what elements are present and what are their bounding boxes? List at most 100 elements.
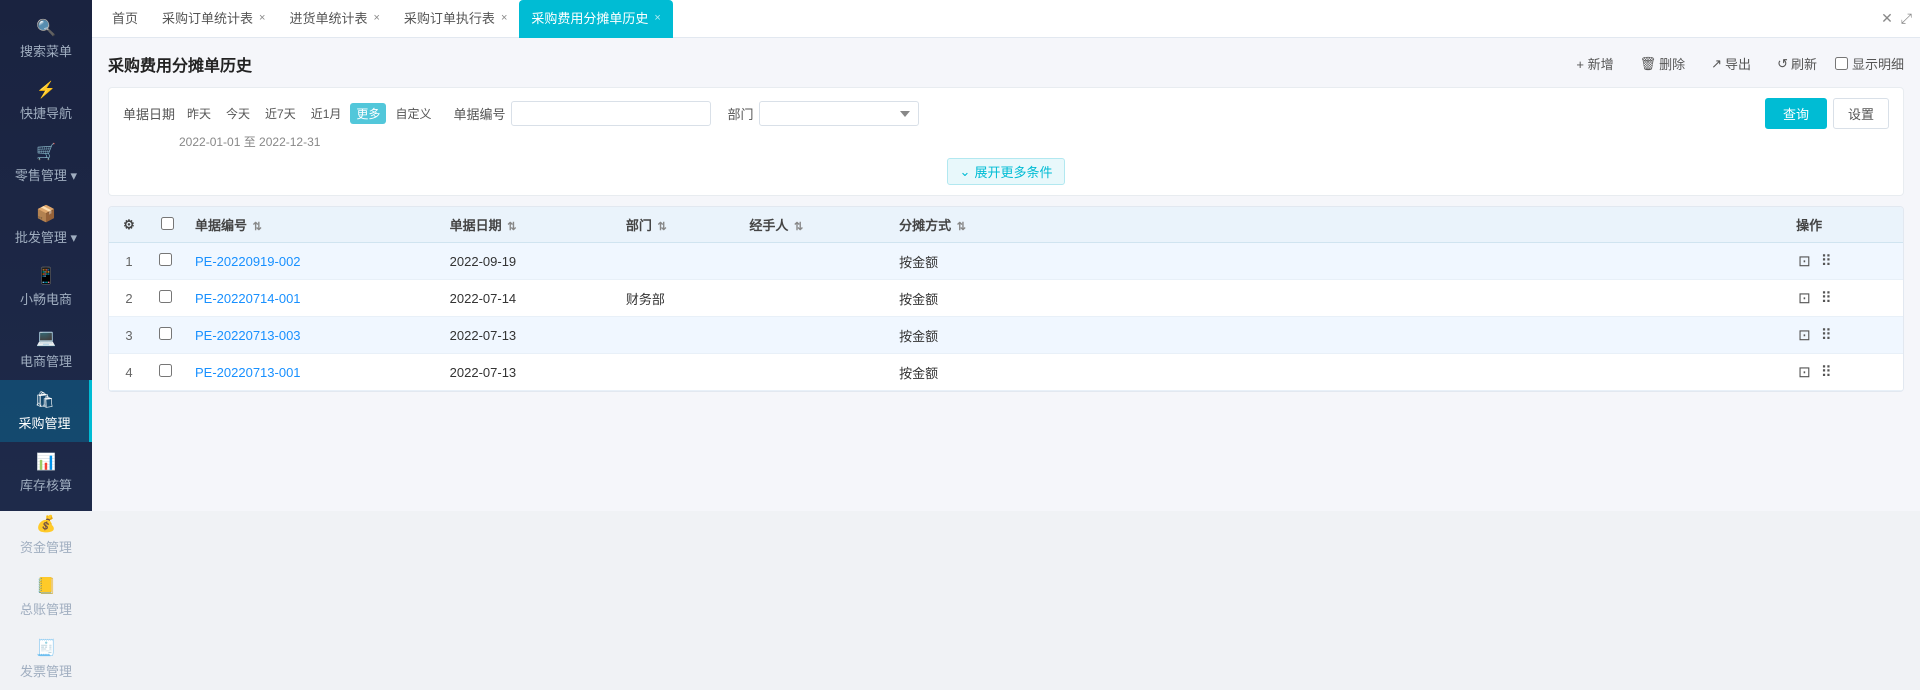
refresh-icon: ↺ [1777,56,1788,72]
select-all-checkbox[interactable] [161,217,174,230]
doc-no-input[interactable] [511,101,711,126]
date-more[interactable]: 更多 [350,103,386,124]
date-7days[interactable]: 近7天 [259,103,302,124]
th-doc-date: 单据日期 ⇅ [440,207,616,243]
tab-purchase-order-stats[interactable]: 采购订单统计表× [150,0,277,38]
doc-no-link-4[interactable]: PE-20220713-001 [195,365,301,380]
data-table-wrapper: ⚙ 单据编号 ⇅ 单据日期 ⇅ 部门 [108,206,1904,392]
row-handler-4 [739,354,889,391]
date-today[interactable]: 今天 [220,103,256,124]
edit-icon-1[interactable]: ⊡ [1796,250,1813,272]
purchase-icon: 🛍 [34,390,54,410]
row-checkbox-4 [149,354,185,391]
doc-no-link-2[interactable]: PE-20220714-001 [195,291,301,306]
tab-close-inbound-stats[interactable]: × [373,12,379,24]
maximize-icon[interactable]: ⤢ [1901,10,1912,27]
tab-home[interactable]: 首页 [100,0,150,38]
tab-close-purchase-order-stats[interactable]: × [259,12,265,24]
sidebar-item-finance[interactable]: 💰资金管理 [0,504,92,566]
more-icon-1[interactable]: ⠿ [1819,250,1834,272]
row-doc-date-3: 2022-07-13 [440,317,616,354]
quicknav-icon: ⚡ [36,80,56,100]
search-button[interactable]: 查询 [1765,98,1827,129]
row-doc-no-1: PE-20220919-002 [185,243,440,280]
row-actions-1: ⊡ ⠿ [1786,243,1903,280]
row-dept-3 [616,317,739,354]
export-icon: ↗ [1711,56,1722,72]
sidebar: 🔍搜索菜单⚡快捷导航🛒零售管理 ▾📦批发管理 ▾📱小畅电商💻电商管理🛍采购管理📊… [0,0,92,511]
row-split-method-4: 按金额 [889,354,1786,391]
row-checkbox-3 [149,317,185,354]
tab-purchase-expense-history[interactable]: 采购费用分摊单历史× [519,0,672,38]
filter-panel: 单据日期 昨天 今天 近7天 近1月 更多 自定义 单据编号 部门 [108,87,1904,196]
date-filter-group: 单据日期 昨天 今天 近7天 近1月 更多 自定义 [123,103,437,124]
row-check-4[interactable] [159,364,172,377]
main-content: 首页采购订单统计表×进货单统计表×采购订单执行表×采购费用分摊单历史× ✕ ⤢ … [92,0,1920,511]
row-check-1[interactable] [159,253,172,266]
setting-button[interactable]: 设置 [1833,98,1889,129]
th-handler: 经手人 ⇅ [739,207,889,243]
more-icon-3[interactable]: ⠿ [1819,324,1834,346]
sidebar-item-wholesale[interactable]: 📦批发管理 ▾ [0,194,92,256]
sidebar-item-quicknav[interactable]: ⚡快捷导航 [0,70,92,132]
sidebar-item-invoice[interactable]: 🧾发票管理 [0,628,92,690]
sort-dept-icon[interactable]: ⇅ [658,221,667,233]
tab-inbound-stats[interactable]: 进货单统计表× [277,0,391,38]
dept-select[interactable]: 财务部 [759,101,919,126]
row-handler-2 [739,280,889,317]
table-header: ⚙ 单据编号 ⇅ 单据日期 ⇅ 部门 [109,207,1903,243]
delete-button[interactable]: 🗑 删除 [1632,50,1694,77]
row-checkbox-2 [149,280,185,317]
th-doc-no: 单据编号 ⇅ [185,207,440,243]
table-body: 1 PE-20220919-002 2022-09-19 按金额 ⊡ ⠿ 2 P… [109,243,1903,391]
date-yesterday[interactable]: 昨天 [181,103,217,124]
sidebar-item-mini[interactable]: 📱小畅电商 [0,256,92,318]
tab-actions: ✕ ⤢ [1881,10,1912,27]
page-title: 采购费用分摊单历史 [108,52,252,76]
th-settings[interactable]: ⚙ [109,207,149,243]
row-check-3[interactable] [159,327,172,340]
edit-icon-2[interactable]: ⊡ [1796,287,1813,309]
edit-icon-3[interactable]: ⊡ [1796,324,1813,346]
date-1month[interactable]: 近1月 [305,103,348,124]
expand-more-button[interactable]: ⌄ 展开更多条件 [947,158,1066,185]
row-handler-3 [739,317,889,354]
sort-split-method-icon[interactable]: ⇅ [957,221,966,233]
wholesale-icon: 📦 [36,204,56,224]
sidebar-item-purchase[interactable]: 🛍采购管理 [0,380,92,442]
sidebar-item-ledger[interactable]: 📒总账管理 [0,566,92,628]
sort-handler-icon[interactable]: ⇅ [794,221,803,233]
sidebar-item-ecommerce[interactable]: 💻电商管理 [0,318,92,380]
row-doc-no-3: PE-20220713-003 [185,317,440,354]
row-check-2[interactable] [159,290,172,303]
sidebar-item-retail[interactable]: 🛒零售管理 ▾ [0,132,92,194]
page-header: 采购费用分摊单历史 + 新增 🗑 删除 ↗ 导出 ↺ 刷新 显示明细 [108,50,1904,77]
sort-doc-date-icon[interactable]: ⇅ [507,221,516,233]
date-custom[interactable]: 自定义 [389,103,437,124]
inventory-icon: 📊 [36,452,56,472]
close-icon[interactable]: ✕ [1881,10,1893,27]
table-row: 1 PE-20220919-002 2022-09-19 按金额 ⊡ ⠿ [109,243,1903,280]
row-num-3: 3 [109,317,149,354]
doc-no-label: 单据编号 [453,104,505,123]
doc-no-link-3[interactable]: PE-20220713-003 [195,328,301,343]
more-icon-4[interactable]: ⠿ [1819,361,1834,383]
export-button[interactable]: ↗ 导出 [1703,50,1759,77]
tab-close-purchase-order-exec[interactable]: × [501,12,507,24]
sort-doc-no-icon[interactable]: ⇅ [253,221,262,233]
sidebar-item-search[interactable]: 🔍搜索菜单 [0,8,92,70]
add-button[interactable]: + 新增 [1568,50,1621,77]
tab-purchase-order-exec[interactable]: 采购订单执行表× [392,0,519,38]
sidebar-item-inventory[interactable]: 📊库存核算 [0,442,92,504]
refresh-button[interactable]: ↺ 刷新 [1769,50,1825,77]
date-shortcuts: 昨天 今天 近7天 近1月 更多 自定义 [181,103,437,124]
table-row: 2 PE-20220714-001 2022-07-14 财务部 按金额 ⊡ ⠿ [109,280,1903,317]
more-icon-2[interactable]: ⠿ [1819,287,1834,309]
table-row: 3 PE-20220713-003 2022-07-13 按金额 ⊡ ⠿ [109,317,1903,354]
show-detail-checkbox[interactable]: 显示明细 [1835,54,1904,73]
row-checkbox-1 [149,243,185,280]
row-num-1: 1 [109,243,149,280]
edit-icon-4[interactable]: ⊡ [1796,361,1813,383]
tab-close-purchase-expense-history[interactable]: × [654,12,660,24]
doc-no-link-1[interactable]: PE-20220919-002 [195,254,301,269]
